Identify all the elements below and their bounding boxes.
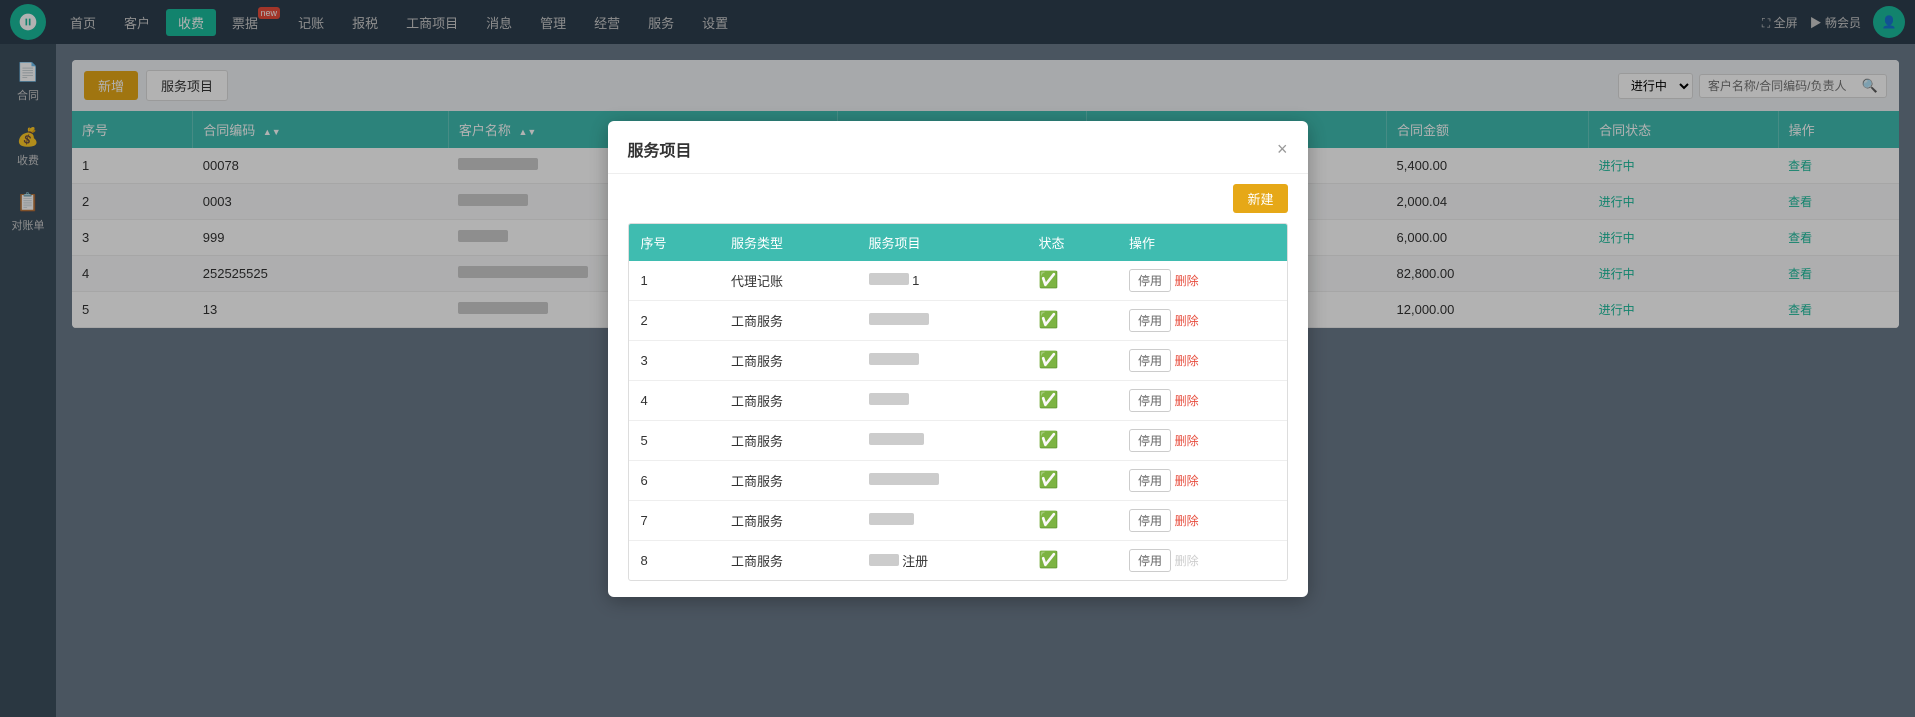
stop-button[interactable]: 停用: [1129, 389, 1171, 412]
delete-button[interactable]: 删除: [1175, 352, 1199, 369]
modal-table-row: 7 工商服务 ✅ 停用 删除: [629, 500, 1287, 540]
modal-overlay: 服务项目 × 新建 序号 服务类型 服务项目 状态: [56, 44, 1915, 717]
modal-close-button[interactable]: ×: [1277, 140, 1288, 158]
modal-table-row: 5 工商服务 ✅ 停用 删除: [629, 420, 1287, 460]
stop-button[interactable]: 停用: [1129, 469, 1171, 492]
delete-button[interactable]: 删除: [1175, 552, 1199, 569]
delete-button[interactable]: 删除: [1175, 472, 1199, 489]
main-layout: 📄 合同 💰 收费 📋 对账单 新增 服务项目 进行中 已完成 已终止: [0, 44, 1915, 717]
modal-table-row: 3 工商服务 ✅ 停用 删除: [629, 340, 1287, 380]
delete-button[interactable]: 删除: [1175, 512, 1199, 529]
modal-col-item: 服务项目: [857, 224, 1027, 261]
modal-header: 服务项目 ×: [608, 121, 1308, 174]
stop-button[interactable]: 停用: [1129, 269, 1171, 292]
stop-button[interactable]: 停用: [1129, 429, 1171, 452]
delete-button[interactable]: 删除: [1175, 272, 1199, 289]
modal-col-status: 状态: [1027, 224, 1117, 261]
delete-button[interactable]: 删除: [1175, 432, 1199, 449]
modal-table-row: 2 工商服务 ✅ 停用 删除: [629, 300, 1287, 340]
service-items-table: 序号 服务类型 服务项目 状态 操作 1 代理记账 1: [629, 224, 1287, 580]
modal-toolbar: 新建: [608, 174, 1308, 223]
modal-table-row: 6 工商服务 ✅ 停用 删除: [629, 460, 1287, 500]
stop-button[interactable]: 停用: [1129, 349, 1171, 372]
modal-new-button[interactable]: 新建: [1233, 184, 1287, 213]
modal-col-seq: 序号: [629, 224, 719, 261]
modal-table-row: 1 代理记账 1 ✅ 停用 删除: [629, 261, 1287, 301]
service-items-modal: 服务项目 × 新建 序号 服务类型 服务项目 状态: [608, 121, 1308, 597]
modal-col-type: 服务类型: [719, 224, 857, 261]
delete-button[interactable]: 删除: [1175, 312, 1199, 329]
content-area: 新增 服务项目 进行中 已完成 已终止 🔍: [56, 44, 1915, 717]
modal-table-header: 序号 服务类型 服务项目 状态 操作: [629, 224, 1287, 261]
stop-button[interactable]: 停用: [1129, 509, 1171, 532]
modal-table-row: 8 工商服务 注册 ✅ 停用 删除: [629, 540, 1287, 580]
modal-col-ops: 操作: [1117, 224, 1286, 261]
modal-table-row: 4 工商服务 ✅ 停用 删除: [629, 380, 1287, 420]
delete-button[interactable]: 删除: [1175, 392, 1199, 409]
modal-table-wrap: 序号 服务类型 服务项目 状态 操作 1 代理记账 1: [628, 223, 1288, 581]
stop-button[interactable]: 停用: [1129, 309, 1171, 332]
stop-button[interactable]: 停用: [1129, 549, 1171, 572]
modal-title: 服务项目: [628, 137, 692, 161]
